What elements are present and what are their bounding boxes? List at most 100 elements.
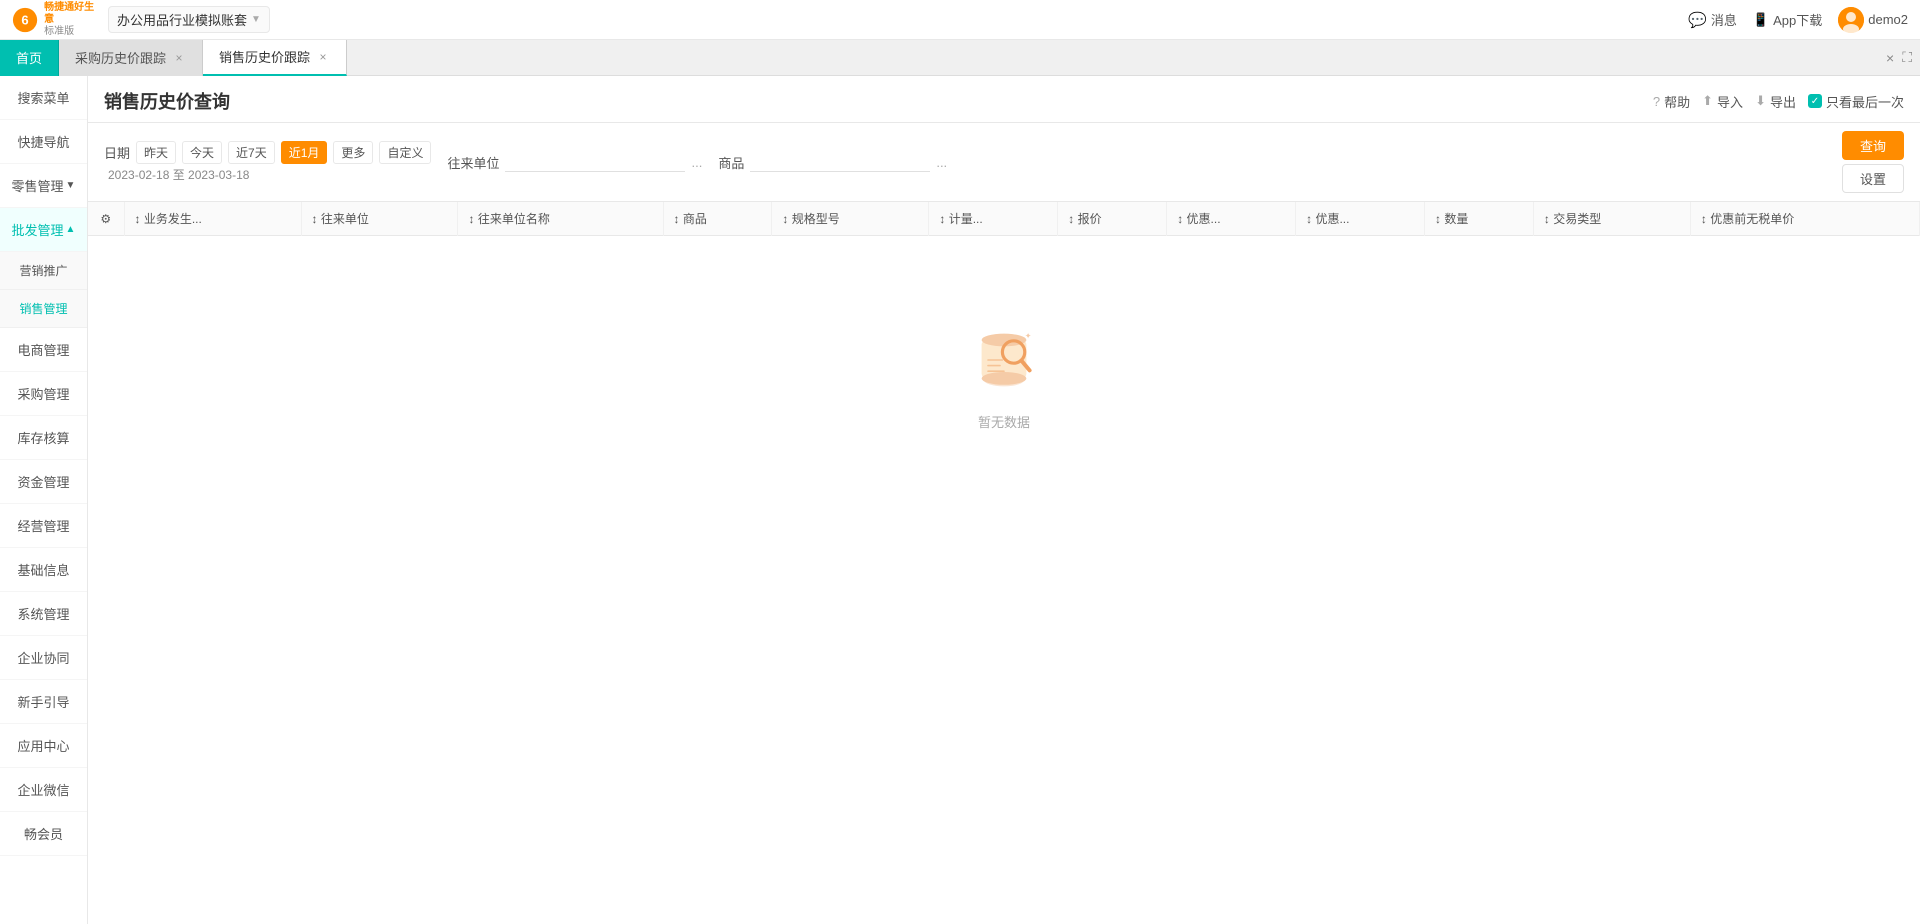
table-col-partner-code[interactable]: ↕ 往来单位: [301, 202, 458, 236]
sidebar-item-marketing[interactable]: 营销推广: [0, 252, 87, 290]
table-col-biz-date[interactable]: ↕ 业务发生...: [124, 202, 301, 236]
sidebar-item-system[interactable]: 系统管理: [0, 592, 87, 636]
sidebar-item-sales[interactable]: 销售管理: [0, 290, 87, 328]
partner-filter-label: 往来单位: [447, 153, 499, 172]
sidebar-item-purchase-label: 采购管理: [17, 384, 69, 403]
goods-filter-group: 商品 ...: [718, 152, 947, 172]
query-buttons: 查询 设置: [1842, 131, 1904, 193]
sidebar-item-inventory[interactable]: 库存核算: [0, 416, 87, 460]
date-btn-more[interactable]: 更多: [333, 141, 373, 164]
col-goods-label: 商品: [683, 212, 707, 226]
date-btn-last1month[interactable]: 近1月: [281, 141, 328, 164]
sidebar-item-shortcut-label: 快捷导航: [17, 132, 69, 151]
sidebar-item-enterprise[interactable]: 企业协同: [0, 636, 87, 680]
table-col-trade-type[interactable]: ↕ 交易类型: [1533, 202, 1690, 236]
table-col-partner-name[interactable]: ↕ 往来单位名称: [458, 202, 663, 236]
logo-icon: 6: [12, 6, 38, 34]
help-button[interactable]: ? 帮助: [1653, 92, 1690, 111]
empty-illustration: ✦: [964, 316, 1044, 396]
user-button[interactable]: demo2: [1838, 7, 1908, 33]
sidebar-item-wechat[interactable]: 企业微信: [0, 768, 87, 812]
sidebar-item-guide[interactable]: 新手引导: [0, 680, 87, 724]
col-partner-name-label: 往来单位名称: [478, 212, 550, 226]
partner-filter-group: 往来单位 ...: [447, 152, 702, 172]
workspace-selector[interactable]: 办公用品行业模拟账套 ▼: [108, 6, 270, 33]
goods-filter-input[interactable]: [750, 152, 930, 172]
table-col-price[interactable]: ↕ 报价: [1058, 202, 1167, 236]
sidebar-item-wholesale[interactable]: 批发管理 ▲: [0, 208, 87, 252]
sidebar-item-shortcut[interactable]: 快捷导航: [0, 120, 87, 164]
sidebar-item-ecommerce[interactable]: 电商管理: [0, 328, 87, 372]
col-quantity-label: 数量: [1444, 212, 1468, 226]
tab-bar: 首页 采购历史价跟踪 × 销售历史价跟踪 × × ⛶: [0, 40, 1920, 76]
close-all-icon[interactable]: ×: [1886, 50, 1894, 66]
col-discount1-label: 优惠...: [1187, 212, 1221, 226]
tab-purchase-history[interactable]: 采购历史价跟踪 ×: [59, 40, 203, 76]
app-download-label: App下载: [1773, 10, 1822, 29]
date-btn-custom[interactable]: 自定义: [379, 141, 431, 164]
sidebar-item-basic[interactable]: 基础信息: [0, 548, 87, 592]
only-last-checkbox[interactable]: ✓: [1808, 94, 1822, 108]
col-partner-code-label: 往来单位: [321, 212, 369, 226]
main-layout: 搜索菜单 快捷导航 零售管理 ▼ 批发管理 ▲ 营销推广 销售管理 电商管理 采…: [0, 76, 1920, 924]
col-discount2-label: 优惠...: [1315, 212, 1349, 226]
date-btn-last7[interactable]: 近7天: [228, 141, 275, 164]
export-button[interactable]: ⬇ 导出: [1755, 92, 1796, 111]
table-col-quantity[interactable]: ↕ 数量: [1425, 202, 1534, 236]
sidebar-item-inventory-label: 库存核算: [17, 428, 69, 447]
sidebar-item-operations[interactable]: 经营管理: [0, 504, 87, 548]
sidebar-item-retail[interactable]: 零售管理 ▼: [0, 164, 87, 208]
app-icon: 📱: [1753, 12, 1769, 28]
avatar: [1838, 7, 1864, 33]
top-bar-left: 6 畅捷通好生意 标准版 办公用品行业模拟账套 ▼: [12, 2, 270, 38]
wholesale-submenu: 营销推广 销售管理: [0, 252, 87, 328]
tab-sales-history-close[interactable]: ×: [316, 50, 330, 64]
workspace-dropdown-icon: ▼: [251, 14, 261, 25]
date-btn-today[interactable]: 今天: [182, 141, 222, 164]
svg-text:✦: ✦: [1025, 331, 1032, 340]
tab-home-label: 首页: [16, 48, 42, 67]
goods-filter-dots[interactable]: ...: [936, 155, 947, 170]
table-col-gear[interactable]: ⚙: [88, 202, 124, 236]
sidebar-item-finance[interactable]: 资金管理: [0, 460, 87, 504]
table-col-pretax-price[interactable]: ↕ 优惠前无税单价: [1690, 202, 1919, 236]
table-col-unit[interactable]: ↕ 计量...: [929, 202, 1058, 236]
sidebar-item-purchase[interactable]: 采购管理: [0, 372, 87, 416]
date-btn-yesterday[interactable]: 昨天: [136, 141, 176, 164]
table-col-discount2[interactable]: ↕ 优惠...: [1296, 202, 1425, 236]
table-col-spec[interactable]: ↕ 规格型号: [772, 202, 929, 236]
table-col-discount1[interactable]: ↕ 优惠...: [1167, 202, 1296, 236]
sidebar-item-apps-label: 应用中心: [17, 736, 69, 755]
date-filter-group: 日期 昨天 今天 近7天 近1月 更多 自定义 2023-02-18 至 202…: [104, 141, 431, 183]
sidebar-item-operations-label: 经营管理: [17, 516, 69, 535]
sidebar-item-guide-label: 新手引导: [17, 692, 69, 711]
export-icon: ⬇: [1755, 93, 1766, 109]
date-filter-label: 日期: [104, 143, 130, 162]
import-label: 导入: [1717, 92, 1743, 111]
table-col-goods[interactable]: ↕ 商品: [663, 202, 772, 236]
empty-svg: ✦: [964, 316, 1044, 396]
partner-filter-dots[interactable]: ...: [691, 155, 702, 170]
sidebar-item-finance-label: 资金管理: [17, 472, 69, 491]
import-button[interactable]: ⬆ 导入: [1702, 92, 1743, 111]
col-pretax-price-label: 优惠前无税单价: [1710, 212, 1794, 226]
col-spec-label: 规格型号: [792, 212, 840, 226]
goods-filter-label: 商品: [718, 153, 744, 172]
tab-home[interactable]: 首页: [0, 40, 59, 76]
message-icon: 💬: [1688, 11, 1707, 29]
query-button[interactable]: 查询: [1842, 131, 1904, 160]
only-last-checkbox-area[interactable]: ✓ 只看最后一次: [1808, 92, 1904, 111]
partner-filter-input[interactable]: [505, 152, 685, 172]
sidebar-item-apps[interactable]: 应用中心: [0, 724, 87, 768]
settings-button[interactable]: 设置: [1842, 164, 1904, 193]
maximize-icon[interactable]: ⛶: [1902, 49, 1912, 66]
message-button[interactable]: 💬 消息: [1688, 10, 1737, 29]
app-download-button[interactable]: 📱 App下载: [1753, 10, 1822, 29]
col-trade-type-label: 交易类型: [1553, 212, 1601, 226]
sidebar-item-member[interactable]: 畅会员: [0, 812, 87, 856]
sidebar-item-search[interactable]: 搜索菜单: [0, 76, 87, 120]
tab-sales-history[interactable]: 销售历史价跟踪 ×: [203, 40, 347, 76]
sidebar-item-sales-label: 销售管理: [19, 300, 67, 317]
sidebar-item-member-label: 畅会员: [24, 824, 63, 843]
tab-purchase-history-close[interactable]: ×: [172, 51, 186, 65]
